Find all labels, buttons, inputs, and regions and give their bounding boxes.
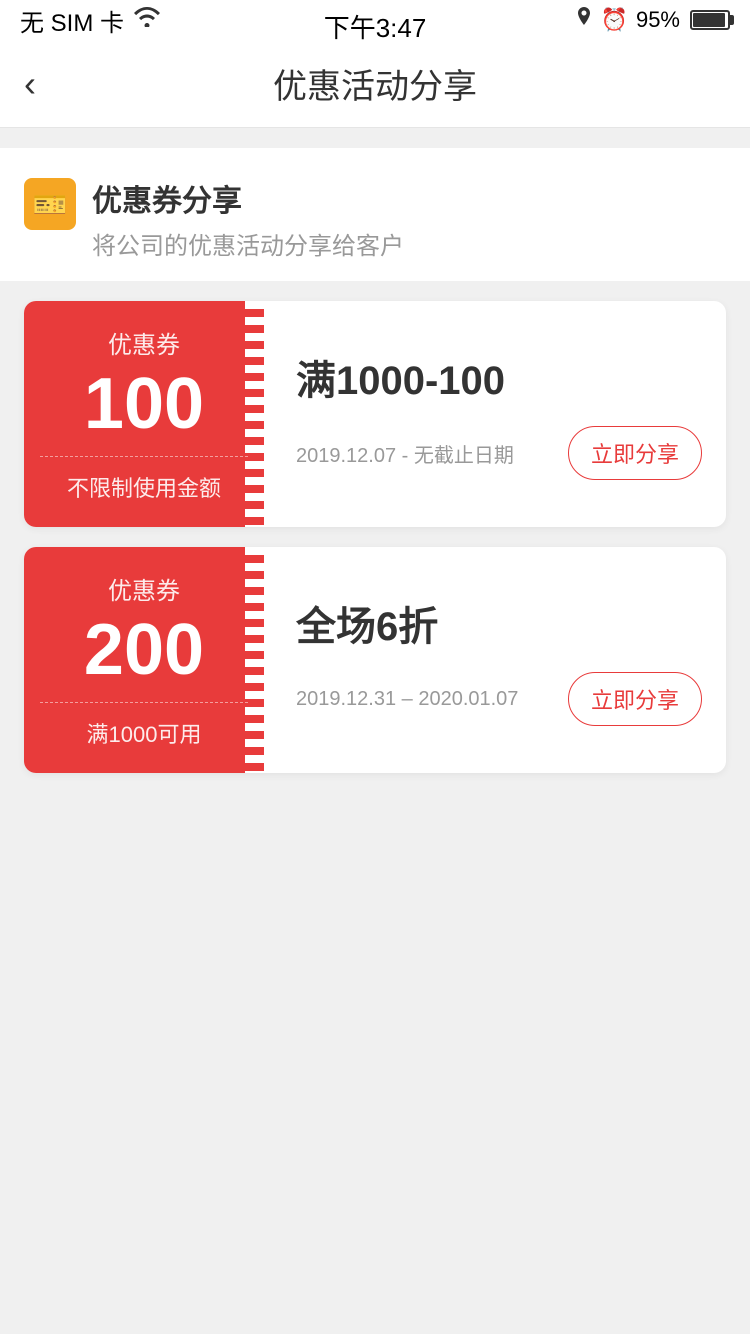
- status-bar: 无 SIM 卡 下午3:47 ⏰ 95%: [0, 0, 750, 40]
- share-button-1[interactable]: 立即分享: [568, 672, 702, 726]
- coupon-label-0: 优惠券: [108, 325, 180, 360]
- status-left: 无 SIM 卡: [20, 3, 160, 38]
- nav-title: 优惠活动分享: [273, 59, 477, 108]
- coupon-meta-1: 2019.12.31 – 2020.01.07 立即分享: [296, 672, 702, 726]
- coupon-condition-0: 不限制使用金额: [67, 471, 221, 503]
- coupon-right-1: 全场6折 2019.12.31 – 2020.01.07 立即分享: [264, 547, 726, 773]
- status-right: ⏰ 95%: [575, 7, 730, 33]
- coupon-left-0: 优惠券 100 不限制使用金额: [24, 301, 264, 527]
- coupon-meta-0: 2019.12.07 - 无截止日期 立即分享: [296, 426, 702, 480]
- coupon-name-1: 全场6折: [296, 594, 702, 652]
- coupon-label-1: 优惠券: [108, 571, 180, 606]
- battery-icon: [690, 10, 730, 30]
- section-title: 优惠券分享: [92, 176, 404, 220]
- coupon-amount-0: 100: [84, 368, 204, 440]
- coupon-left-1: 优惠券 200 满1000可用: [24, 547, 264, 773]
- coupon-icon: 🎫: [24, 178, 76, 230]
- coupon-divider-1: [40, 702, 248, 703]
- section-subtitle: 将公司的优惠活动分享给客户: [92, 226, 404, 261]
- coupon-date-0: 2019.12.07 - 无截止日期: [296, 439, 556, 468]
- battery-percent: 95%: [636, 7, 680, 33]
- coupon-right-0: 满1000-100 2019.12.07 - 无截止日期 立即分享: [264, 301, 726, 527]
- carrier-text: 无 SIM 卡: [20, 3, 124, 38]
- empty-area: [0, 793, 750, 1293]
- location-icon: [575, 7, 593, 33]
- section-header: 🎫 优惠券分享 将公司的优惠活动分享给客户: [0, 148, 750, 281]
- wifi-icon: [134, 6, 160, 34]
- coupon-condition-1: 满1000可用: [87, 717, 202, 749]
- share-button-0[interactable]: 立即分享: [568, 426, 702, 480]
- section-text: 优惠券分享 将公司的优惠活动分享给客户: [92, 176, 404, 261]
- coupon-date-1: 2019.12.31 – 2020.01.07: [296, 688, 556, 711]
- coupon-card: 优惠券 100 不限制使用金额 满1000-100 2019.12.07 - 无…: [24, 301, 726, 527]
- coupon-divider-0: [40, 456, 248, 457]
- alarm-icon: ⏰: [601, 7, 628, 33]
- back-button[interactable]: ‹: [24, 63, 36, 105]
- nav-bar: ‹ 优惠活动分享: [0, 40, 750, 128]
- coupon-list: 优惠券 100 不限制使用金额 满1000-100 2019.12.07 - 无…: [0, 281, 750, 793]
- coupon-name-0: 满1000-100: [296, 348, 702, 406]
- coupon-amount-1: 200: [84, 614, 204, 686]
- coupon-card: 优惠券 200 满1000可用 全场6折 2019.12.31 – 2020.0…: [24, 547, 726, 773]
